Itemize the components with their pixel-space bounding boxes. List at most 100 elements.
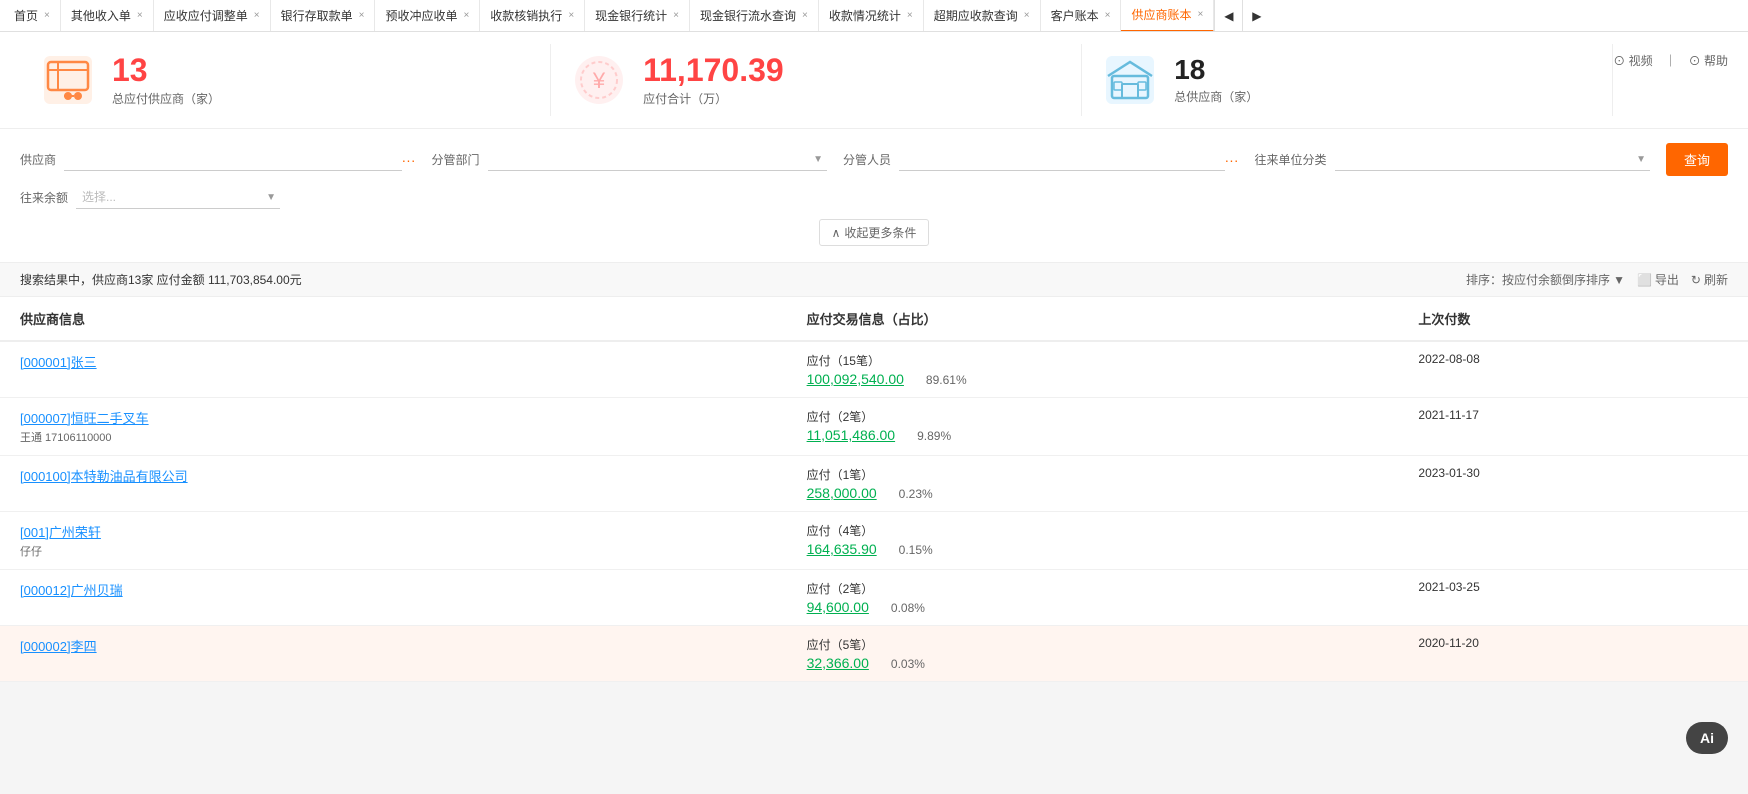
help-btn[interactable]: ⊙ 帮助 [1689, 52, 1728, 69]
supplier-info-cell: [000007]恒旺二手叉车王通 17106110000 [0, 398, 787, 456]
payable-label: 应付（2笔） [807, 580, 1379, 597]
unit-type-input[interactable] [1335, 148, 1650, 171]
col-payable-info: 应付交易信息（占比） [787, 297, 1399, 341]
supplier-info-cell: [000002]李四 [0, 626, 787, 682]
supplier-name: [000100]本特勒油品有限公司 [20, 466, 767, 485]
supplier-info-cell: [000001]张三 [0, 341, 787, 398]
payable-percent: 9.89% [917, 429, 951, 443]
export-label: 导出 [1655, 271, 1679, 288]
result-bar: 搜索结果中，供应商13家 应付金额 111,703,854.00元 排序：按应付… [0, 263, 1748, 297]
refresh-icon: ↻ [1691, 273, 1701, 287]
nav-overdue-query[interactable]: 超期应收款查询 × [924, 0, 1041, 32]
person-input[interactable] [899, 148, 1224, 171]
payable-amount[interactable]: 164,635.90 [807, 541, 877, 557]
supplier-link[interactable]: [000007]恒旺二手叉车 [20, 411, 149, 426]
supplier-field: 供应商 ··· [20, 148, 416, 171]
dept-label: 分管部门 [432, 151, 480, 168]
collapse-button[interactable]: ∧ 收起更多条件 [819, 219, 930, 246]
stat-payable-label: 总应付供应商（家） [112, 90, 220, 107]
payable-info-cell: 应付（2笔） 94,600.00 0.08% [787, 570, 1399, 626]
supplier-name: [000012]广州贝瑞 [20, 580, 767, 599]
person-dots-btn[interactable]: ··· [1225, 152, 1239, 168]
supplier-table: 供应商信息 应付交易信息（占比） 上次付数 [000001]张三应付（15笔） … [0, 297, 1748, 682]
dept-select-wrapper: ▼ [488, 148, 827, 171]
nav-close-icon[interactable]: × [463, 10, 469, 21]
payable-amount[interactable]: 32,366.00 [807, 655, 869, 671]
stat-total-suppliers-num: 18 [1174, 56, 1258, 84]
header-actions: ⊙ 视频 ｜ ⊙ 帮助 [1613, 52, 1728, 69]
nav-close-icon[interactable]: × [44, 10, 50, 21]
refresh-btn[interactable]: ↻ 刷新 [1691, 271, 1728, 288]
nav-close-icon[interactable]: × [137, 10, 143, 21]
sort-btn[interactable]: 排序：按应付余额倒序排序 ▼ [1466, 271, 1625, 288]
ai-assistant-button[interactable]: Ai [1686, 722, 1728, 754]
nav-close-icon[interactable]: × [673, 10, 679, 21]
stat-total-suppliers-text: 18 总供应商（家） [1174, 56, 1258, 105]
table-row: [001]广州荣轩仔仔应付（4笔） 164,635.90 0.15% [0, 512, 1748, 570]
supplier-input[interactable] [64, 148, 401, 171]
balance-input[interactable] [76, 186, 280, 209]
query-button[interactable]: 查询 [1666, 143, 1728, 176]
result-actions: 排序：按应付余额倒序排序 ▼ ⬜ 导出 ↻ 刷新 [1466, 271, 1728, 288]
supplier-link[interactable]: [000001]张三 [20, 355, 97, 370]
nav-bank-deposit[interactable]: 银行存取款单 × [271, 0, 376, 32]
nav-customer-ledger[interactable]: 客户账本 × [1041, 0, 1122, 32]
payable-amount[interactable]: 258,000.00 [807, 485, 877, 501]
nav-left-arrow[interactable]: ◀ [1214, 0, 1242, 32]
nav-other-income[interactable]: 其他收入单 × [61, 0, 154, 32]
last-pay-date: 2021-03-25 [1418, 580, 1728, 594]
payable-amount[interactable]: 94,600.00 [807, 599, 869, 615]
stat-total-label: 应付合计（万） [643, 90, 784, 107]
nav-close-icon[interactable]: × [802, 10, 808, 21]
nav-cash-bank-stat[interactable]: 现金银行统计 × [585, 0, 690, 32]
supplier-dots-btn[interactable]: ··· [402, 152, 416, 168]
sort-label: 排序：按应付余额倒序排序 [1466, 271, 1610, 288]
supplier-label: 供应商 [20, 151, 56, 168]
supplier-link[interactable]: [000012]广州贝瑞 [20, 583, 123, 598]
stat-total-num: 11,170.39 [643, 54, 784, 86]
nav-collection-stat[interactable]: 收款情况统计 × [819, 0, 924, 32]
supplier-select-wrapper: ··· [64, 148, 415, 171]
stat-total-suppliers: 18 总供应商（家） [1082, 44, 1613, 116]
nav-payment-verify[interactable]: 收款核销执行 × [480, 0, 585, 32]
supplier-info-cell: [001]广州荣轩仔仔 [0, 512, 787, 570]
table-row: [000012]广州贝瑞 应付（2笔） 94,600.00 0.08% 2021-… [0, 570, 1748, 626]
supplier-info-cell: [000100]本特勒油品有限公司 [0, 456, 787, 512]
nav-right-arrow[interactable]: ▶ [1242, 0, 1270, 32]
payable-info-cell: 应付（5笔） 32,366.00 0.03% [787, 626, 1399, 682]
nav-cash-bank-flow[interactable]: 现金银行流水查询 × [690, 0, 819, 32]
nav-home[interactable]: 首页 × [4, 0, 61, 32]
supplier-link[interactable]: [000100]本特勒油品有限公司 [20, 469, 188, 484]
export-btn[interactable]: ⬜ 导出 [1637, 271, 1679, 288]
last-pay-date: 2020-11-20 [1418, 636, 1728, 650]
payable-amount[interactable]: 11,051,486.00 [807, 427, 896, 443]
refresh-label: 刷新 [1704, 271, 1728, 288]
svg-text:¥: ¥ [592, 68, 606, 93]
nav-close-icon[interactable]: × [568, 10, 574, 21]
search-area: 供应商 ··· 分管部门 ▼ 分管人员 ··· 往来单位分类 [0, 129, 1748, 263]
nav-close-icon[interactable]: × [1024, 10, 1030, 21]
nav-advance-offset[interactable]: 预收冲应收单 × [375, 0, 480, 32]
nav-supplier-ledger[interactable]: 供应商账本 × [1121, 0, 1214, 32]
video-btn[interactable]: ⊙ 视频 [1613, 52, 1652, 69]
supplier-contact: 仔仔 [20, 543, 767, 559]
payable-info-cell: 应付（1笔） 258,000.00 0.23% [787, 456, 1399, 512]
payable-label: 应付（4笔） [807, 522, 1379, 539]
payable-label: 应付（5笔） [807, 636, 1379, 653]
supplier-link[interactable]: [000002]李四 [20, 639, 97, 654]
nav-close-icon[interactable]: × [254, 10, 260, 21]
payable-amount[interactable]: 100,092,540.00 [807, 371, 904, 387]
table-row: [000100]本特勒油品有限公司 应付（1笔） 258,000.00 0.23%… [0, 456, 1748, 512]
dept-input[interactable] [488, 148, 827, 171]
last-pay-date: 2023-01-30 [1418, 466, 1728, 480]
nav-close-icon[interactable]: × [1197, 9, 1203, 20]
result-info: 搜索结果中，供应商13家 应付金额 111,703,854.00元 [20, 271, 302, 288]
nav-ar-ap-adjust[interactable]: 应收应付调整单 × [154, 0, 271, 32]
nav-close-icon[interactable]: × [1105, 10, 1111, 21]
supplier-link[interactable]: [001]广州荣轩 [20, 525, 101, 540]
top-nav: 首页 × 其他收入单 × 应收应付调整单 × 银行存取款单 × 预收冲应收单 ×… [0, 0, 1748, 32]
nav-close-icon[interactable]: × [359, 10, 365, 21]
last-pay-cell: 2021-03-25 [1398, 570, 1748, 626]
nav-close-icon[interactable]: × [907, 10, 913, 21]
payable-percent: 0.08% [891, 601, 925, 615]
